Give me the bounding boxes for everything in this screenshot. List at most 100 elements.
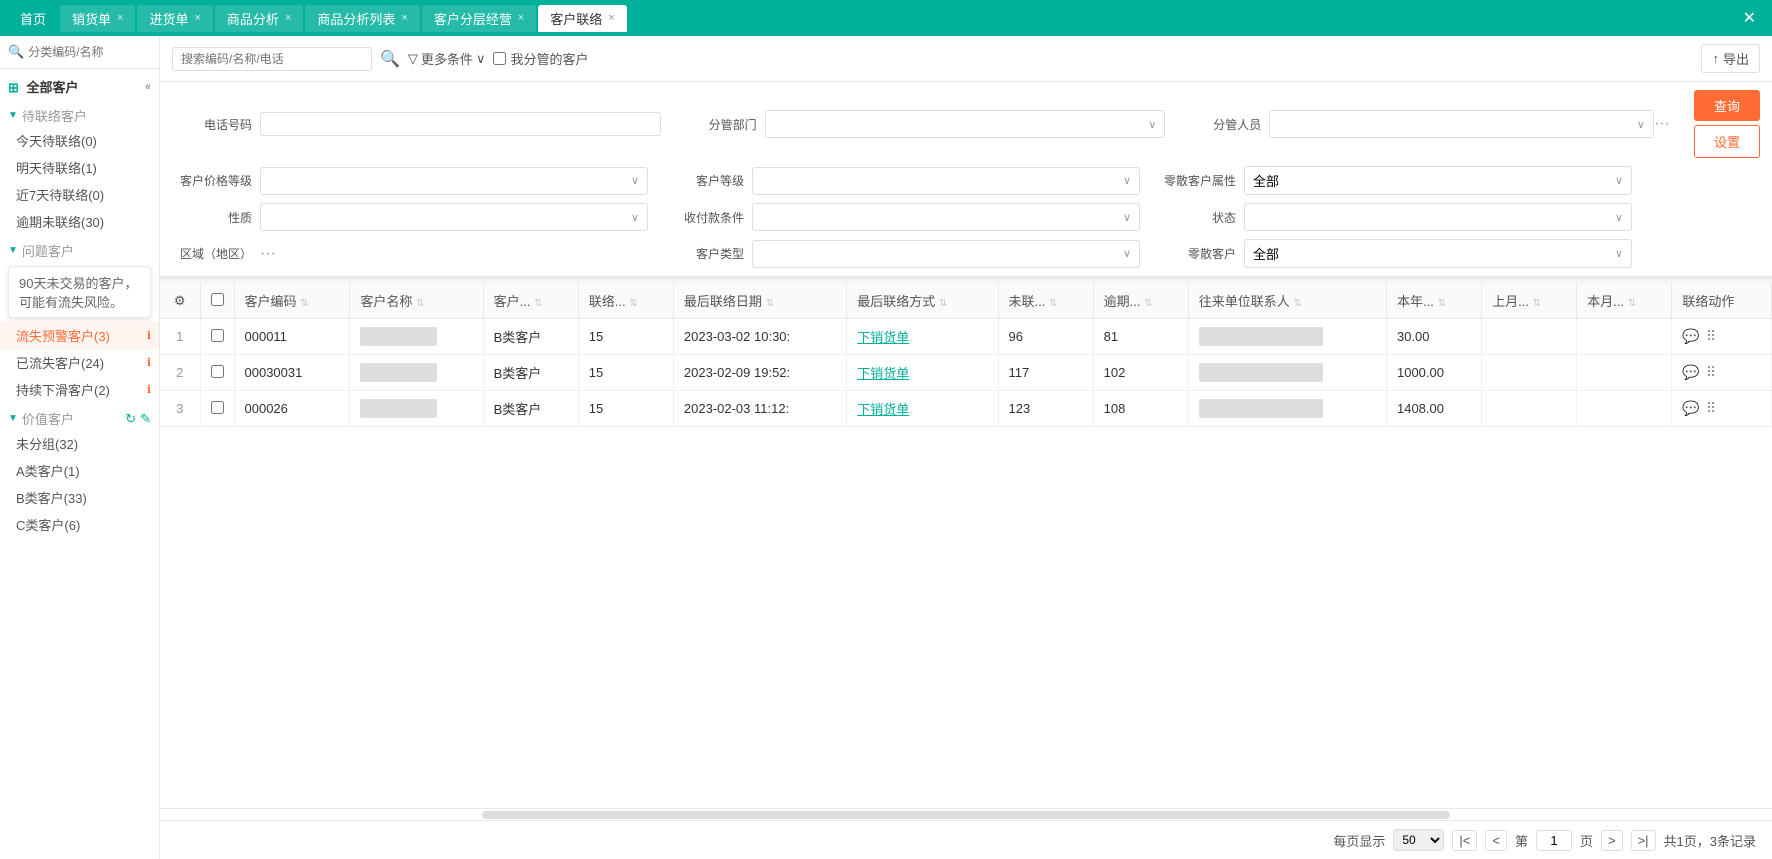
blurred-person: ███████ [1199, 399, 1323, 418]
customer-type-select[interactable]: ∨ [752, 240, 1140, 268]
more-conditions-button[interactable]: ▽ 更多条件 ∨ [408, 49, 486, 68]
customer-grade-select[interactable]: ∨ [752, 167, 1140, 195]
data-table: ⚙ 客户编码 ⇅ 客户名称 ⇅ 客户... ⇅ 联络... ⇅ 最后联络日期 ⇅… [160, 283, 1772, 427]
th-unlink-days[interactable]: 未联... ⇅ [998, 283, 1093, 319]
row-last-contact-method[interactable]: 下销货单 [847, 391, 998, 427]
th-this-month[interactable]: 本月... ⇅ [1577, 283, 1672, 319]
edit-icon[interactable]: ✎ [140, 411, 151, 427]
row-select-checkbox[interactable] [211, 329, 224, 342]
row-unlink-days: 117 [998, 355, 1093, 391]
th-type[interactable]: 客户... ⇅ [483, 283, 578, 319]
region-dots-button[interactable]: ··· [260, 246, 276, 262]
contact-method-link[interactable]: 下销货单 [857, 366, 909, 381]
th-overdue[interactable]: 逾期... ⇅ [1093, 283, 1188, 319]
nav-tab-productanalysis[interactable]: 商品分析 × [215, 5, 303, 32]
action-more-icon[interactable]: ⠿ [1706, 400, 1716, 417]
manager-select[interactable]: ∨ [1269, 110, 1654, 138]
row-last-contact-method[interactable]: 下销货单 [847, 355, 998, 391]
chevron-down-icon: ∨ [1615, 211, 1623, 224]
row-checkbox[interactable] [200, 391, 234, 427]
sidebar-item-churn-warning[interactable]: 流失预警客户(3) ℹ [0, 322, 159, 349]
close-icon[interactable]: × [117, 12, 123, 24]
th-last-contact-method[interactable]: 最后联络方式 ⇅ [847, 283, 998, 319]
th-contact-count[interactable]: 联络... ⇅ [578, 283, 673, 319]
row-code: 000011 [234, 319, 350, 355]
select-all-checkbox[interactable] [211, 293, 224, 306]
nav-tab-customerlayer[interactable]: 客户分层经营 × [422, 5, 536, 32]
status-select[interactable]: ∨ [1244, 203, 1632, 231]
next-page-button[interactable]: > [1601, 830, 1623, 851]
nav-tab-customercontact[interactable]: 客户联络 × [538, 5, 626, 32]
close-icon[interactable]: × [401, 12, 407, 24]
action-chat-icon[interactable]: 💬 [1682, 400, 1699, 417]
dots-button[interactable]: ··· [1654, 116, 1670, 132]
payment-select[interactable]: ∨ [752, 203, 1140, 231]
sidebar-item-class-c[interactable]: C类客户(6) [0, 511, 159, 538]
contact-method-link[interactable]: 下销货单 [857, 330, 909, 345]
sidebar-all-customers[interactable]: ⊞ 全部客户 « [0, 69, 159, 100]
th-last-contact-date[interactable]: 最后联络日期 ⇅ [673, 283, 846, 319]
close-icon[interactable]: × [608, 12, 614, 24]
retail-attr-select[interactable]: 全部 ∨ [1244, 166, 1632, 195]
row-checkbox[interactable] [200, 355, 234, 391]
search-button[interactable]: 🔍 [380, 49, 400, 69]
row-name: ████ [350, 355, 483, 391]
nav-tab-salesorder[interactable]: 销货单 × [60, 5, 135, 32]
action-more-icon[interactable]: ⠿ [1706, 364, 1716, 381]
row-last-contact-method[interactable]: 下销货单 [847, 319, 998, 355]
table-body: 1 000011 ████ B类客户 15 2023-03-02 10:30: … [160, 319, 1772, 427]
settings-button[interactable]: 设置 [1694, 125, 1760, 158]
top-nav: 首页 销货单 × 进货单 × 商品分析 × 商品分析列表 × 客户分层经营 × … [0, 0, 1772, 36]
th-last-month[interactable]: 上月... ⇅ [1482, 283, 1577, 319]
prev-page-button[interactable]: < [1485, 830, 1507, 851]
sidebar-item-today[interactable]: 今天待联络(0) [0, 127, 159, 154]
th-this-year[interactable]: 本年... ⇅ [1386, 283, 1481, 319]
nature-select[interactable]: ∨ [260, 203, 648, 231]
retail-customer-select[interactable]: 全部 ∨ [1244, 239, 1632, 268]
my-customers-checkbox[interactable] [493, 52, 506, 65]
th-contact-person[interactable]: 往来单位联系人 ⇅ [1188, 283, 1386, 319]
phone-input[interactable] [260, 112, 661, 136]
row-unlink-days: 123 [998, 391, 1093, 427]
close-icon[interactable]: × [194, 12, 200, 24]
sidebar-item-class-a[interactable]: A类客户(1) [0, 457, 159, 484]
sidebar-item-tomorrow[interactable]: 明天待联络(1) [0, 154, 159, 181]
sidebar-item-overdue[interactable]: 逾期未联络(30) [0, 208, 159, 235]
row-select-checkbox[interactable] [211, 401, 224, 414]
row-checkbox[interactable] [200, 319, 234, 355]
page-size-select[interactable]: 50 100 200 [1393, 829, 1444, 851]
first-page-button[interactable]: |< [1452, 830, 1477, 851]
nav-home-tab[interactable]: 首页 [8, 5, 58, 32]
action-chat-icon[interactable]: 💬 [1682, 328, 1699, 345]
close-icon[interactable]: × [518, 12, 524, 24]
sidebar-item-class-b[interactable]: B类客户(33) [0, 484, 159, 511]
filter-payment: 收付款条件 ∨ [664, 203, 1140, 231]
sidebar-item-ungrouped[interactable]: 未分组(32) [0, 430, 159, 457]
last-page-button[interactable]: >| [1631, 830, 1656, 851]
nav-tab-productlist[interactable]: 商品分析列表 × [305, 5, 419, 32]
contact-method-link[interactable]: 下销货单 [857, 402, 909, 417]
action-chat-icon[interactable]: 💬 [1682, 364, 1699, 381]
refresh-icon[interactable]: ↻ [125, 411, 136, 427]
nav-tab-purchaseorder[interactable]: 进货单 × [137, 5, 212, 32]
row-select-checkbox[interactable] [211, 365, 224, 378]
th-checkbox[interactable] [200, 283, 234, 319]
scrollbar-area [160, 808, 1772, 820]
price-grade-select[interactable]: ∨ [260, 167, 648, 195]
th-settings[interactable]: ⚙ [160, 283, 200, 319]
main-layout: 🔍 ⊞ 全部客户 « ▼ 待联络客户 今天待联络(0) 明天待联络(1) 近7天… [0, 36, 1772, 859]
action-more-icon[interactable]: ⠿ [1706, 328, 1716, 345]
sidebar-item-declining[interactable]: 持续下滑客户(2) ℹ [0, 376, 159, 403]
sidebar-search-input[interactable] [28, 45, 160, 59]
export-button[interactable]: ↑ 导出 [1701, 44, 1760, 73]
dept-select[interactable]: ∨ [765, 110, 1166, 138]
query-button[interactable]: 查询 [1694, 90, 1760, 121]
search-input[interactable] [172, 47, 372, 71]
sidebar-item-7days[interactable]: 近7天待联络(0) [0, 181, 159, 208]
th-name[interactable]: 客户名称 ⇅ [350, 283, 483, 319]
close-icon[interactable]: × [285, 12, 291, 24]
th-code[interactable]: 客户编码 ⇅ [234, 283, 350, 319]
page-number-input[interactable] [1536, 830, 1572, 851]
window-close-button[interactable]: ✕ [1735, 8, 1764, 28]
sidebar-item-churned[interactable]: 已流失客户(24) ℹ [0, 349, 159, 376]
